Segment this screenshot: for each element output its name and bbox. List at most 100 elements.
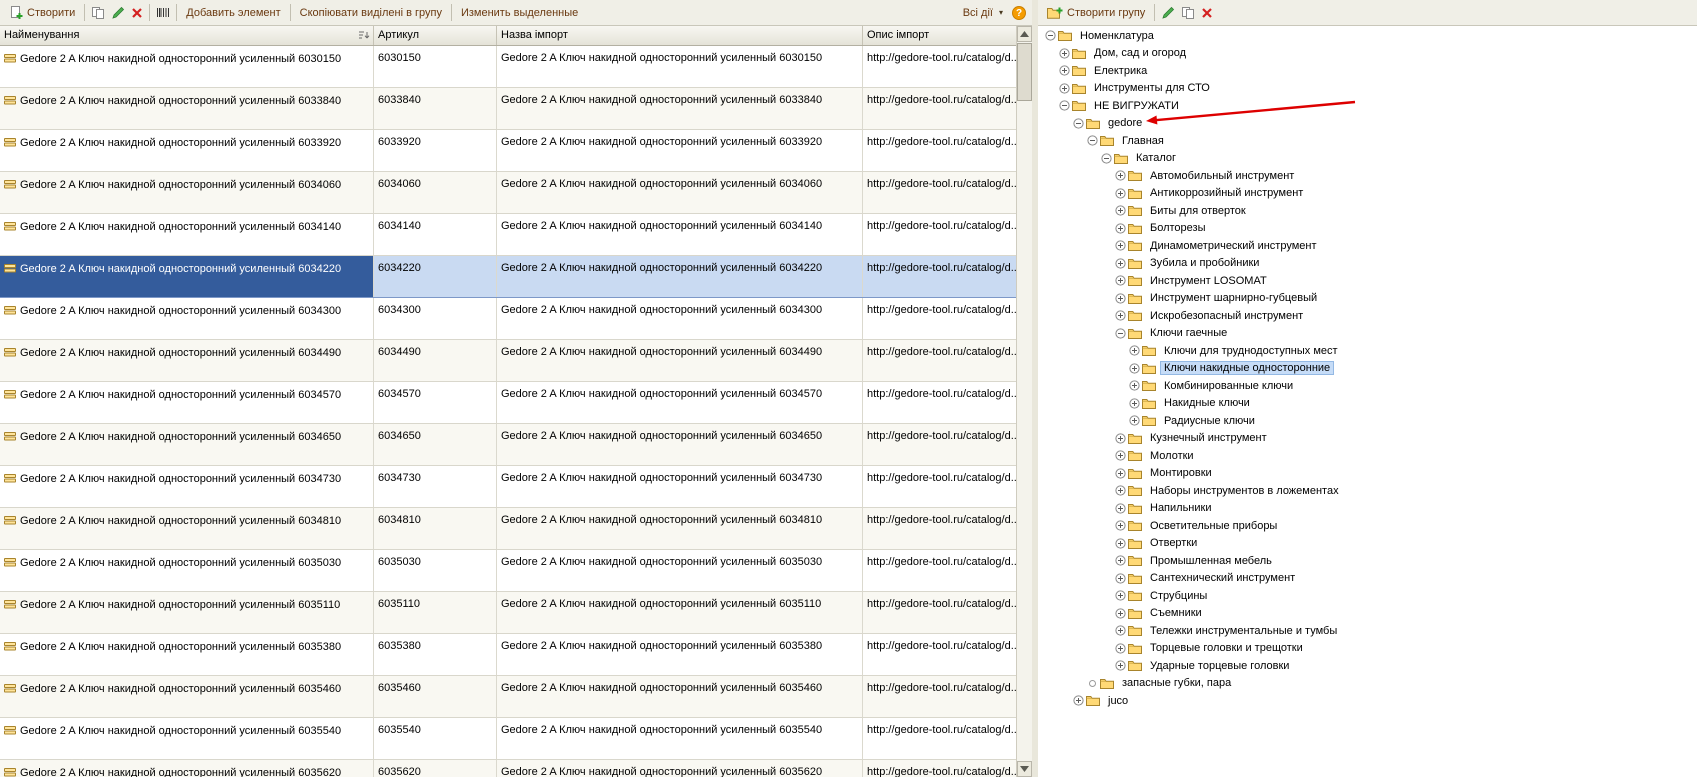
cell-sku[interactable]: 6034650	[374, 424, 497, 465]
cell-import-name[interactable]: Gedore 2 A Ключ накидной односторонний у…	[497, 256, 863, 297]
cell-import-desc[interactable]: http://gedore-tool.ru/catalog/d...	[863, 340, 1016, 381]
tree-item[interactable]: Динамометрический инструмент	[1038, 237, 1697, 255]
cell-import-desc[interactable]: http://gedore-tool.ru/catalog/d...	[863, 424, 1016, 465]
tree-delete-button[interactable]	[1198, 5, 1216, 21]
cell-import-desc[interactable]: http://gedore-tool.ru/catalog/d...	[863, 214, 1016, 255]
table-row[interactable]: Gedore 2 A Ключ накидной односторонний у…	[0, 46, 1016, 88]
expand-icon[interactable]	[1114, 275, 1126, 286]
expand-icon[interactable]	[1114, 520, 1126, 531]
delete-button[interactable]	[128, 5, 146, 21]
cell-name[interactable]: Gedore 2 A Ключ накидной односторонний у…	[0, 718, 374, 759]
expand-icon[interactable]	[1128, 398, 1140, 409]
table-row[interactable]: Gedore 2 A Ключ накидной односторонний у…	[0, 592, 1016, 634]
collapse-icon[interactable]	[1058, 100, 1070, 111]
cell-sku[interactable]: 6034220	[374, 256, 497, 297]
expand-icon[interactable]	[1114, 538, 1126, 549]
tree-item[interactable]: Осветительные приборы	[1038, 517, 1697, 535]
cell-name[interactable]: Gedore 2 A Ключ накидной односторонний у…	[0, 172, 374, 213]
scroll-down-button[interactable]	[1017, 761, 1032, 777]
tree-copy-button[interactable]	[1178, 4, 1198, 22]
expand-icon[interactable]	[1114, 258, 1126, 269]
tree-item[interactable]: НЕ ВИГРУЖАТИ	[1038, 97, 1697, 115]
cell-name[interactable]: Gedore 2 A Ключ накидной односторонний у…	[0, 256, 374, 297]
table-row[interactable]: Gedore 2 A Ключ накидной односторонний у…	[0, 88, 1016, 130]
expand-icon[interactable]	[1114, 660, 1126, 671]
cell-sku[interactable]: 6033840	[374, 88, 497, 129]
expand-icon[interactable]	[1058, 48, 1070, 59]
tree-item[interactable]: Каталог	[1038, 150, 1697, 168]
table-row[interactable]: Gedore 2 A Ключ накидной односторонний у…	[0, 424, 1016, 466]
add-element-button[interactable]: Добавить элемент	[180, 4, 286, 22]
scrollbar-thumb[interactable]	[1017, 43, 1032, 101]
expand-icon[interactable]	[1114, 625, 1126, 636]
barcode-button[interactable]	[153, 4, 173, 21]
table-row[interactable]: Gedore 2 A Ключ накидной односторонний у…	[0, 508, 1016, 550]
tree-item[interactable]: Болторезы	[1038, 220, 1697, 238]
cell-import-desc[interactable]: http://gedore-tool.ru/catalog/d...	[863, 298, 1016, 339]
tree-item[interactable]: Комбинированные ключи	[1038, 377, 1697, 395]
tree-item[interactable]: Съемники	[1038, 605, 1697, 623]
tree-item[interactable]: Тележки инструментальные и тумбы	[1038, 622, 1697, 640]
table-row[interactable]: Gedore 2 A Ключ накидной односторонний у…	[0, 214, 1016, 256]
tree-item[interactable]: Напильники	[1038, 500, 1697, 518]
cell-import-name[interactable]: Gedore 2 A Ключ накидной односторонний у…	[497, 214, 863, 255]
expand-icon[interactable]	[1128, 363, 1140, 374]
tree-item[interactable]: Монтировки	[1038, 465, 1697, 483]
create-button[interactable]: Створити	[3, 3, 81, 23]
cell-sku[interactable]: 6035110	[374, 592, 497, 633]
expand-icon[interactable]	[1114, 170, 1126, 181]
tree-item[interactable]: Кузнечный инструмент	[1038, 430, 1697, 448]
tree-item[interactable]: Антикоррозийный инструмент	[1038, 185, 1697, 203]
cell-sku[interactable]: 6034810	[374, 508, 497, 549]
cell-import-desc[interactable]: http://gedore-tool.ru/catalog/d...	[863, 508, 1016, 549]
column-header-import-desc[interactable]: Опис імпорт	[863, 26, 1016, 45]
expand-icon[interactable]	[1114, 468, 1126, 479]
collapse-icon[interactable]	[1086, 135, 1098, 146]
cell-import-desc[interactable]: http://gedore-tool.ru/catalog/d...	[863, 592, 1016, 633]
cell-sku[interactable]: 6035380	[374, 634, 497, 675]
cell-import-desc[interactable]: http://gedore-tool.ru/catalog/d...	[863, 382, 1016, 423]
table-row[interactable]: Gedore 2 A Ключ накидной односторонний у…	[0, 676, 1016, 718]
cell-import-name[interactable]: Gedore 2 A Ключ накидной односторонний у…	[497, 550, 863, 591]
create-copy-button[interactable]	[88, 4, 108, 22]
cell-import-name[interactable]: Gedore 2 A Ключ накидной односторонний у…	[497, 424, 863, 465]
table-row[interactable]: Gedore 2 A Ключ накидной односторонний у…	[0, 550, 1016, 592]
cell-import-desc[interactable]: http://gedore-tool.ru/catalog/d...	[863, 718, 1016, 759]
cell-sku[interactable]: 6034490	[374, 340, 497, 381]
table-row[interactable]: Gedore 2 A Ключ накидной односторонний у…	[0, 634, 1016, 676]
cell-sku[interactable]: 6033920	[374, 130, 497, 171]
expand-icon[interactable]	[1072, 695, 1084, 706]
tree-item[interactable]: Молотки	[1038, 447, 1697, 465]
tree-item[interactable]: Инструменты для СТО	[1038, 80, 1697, 98]
tree-item[interactable]: gedore	[1038, 115, 1697, 133]
expand-icon[interactable]	[1114, 573, 1126, 584]
cell-name[interactable]: Gedore 2 A Ключ накидной односторонний у…	[0, 424, 374, 465]
cell-import-name[interactable]: Gedore 2 A Ключ накидной односторонний у…	[497, 298, 863, 339]
cell-import-name[interactable]: Gedore 2 A Ключ накидной односторонний у…	[497, 340, 863, 381]
cell-name[interactable]: Gedore 2 A Ключ накидной односторонний у…	[0, 760, 374, 777]
cell-sku[interactable]: 6034140	[374, 214, 497, 255]
cell-import-desc[interactable]: http://gedore-tool.ru/catalog/d...	[863, 760, 1016, 777]
tree-item[interactable]: Инструмент LOSOMAT	[1038, 272, 1697, 290]
expand-icon[interactable]	[1114, 205, 1126, 216]
cell-name[interactable]: Gedore 2 A Ключ накидной односторонний у…	[0, 676, 374, 717]
tree-item[interactable]: Зубила и пробойники	[1038, 255, 1697, 273]
expand-icon[interactable]	[1128, 380, 1140, 391]
all-actions-button[interactable]: Всі дії ▾	[957, 4, 1009, 22]
expand-icon[interactable]	[1114, 223, 1126, 234]
tree-item[interactable]: Автомобильный инструмент	[1038, 167, 1697, 185]
expand-icon[interactable]	[1114, 310, 1126, 321]
tree-item[interactable]: Искробезопасный инструмент	[1038, 307, 1697, 325]
table-row[interactable]: Gedore 2 A Ключ накидной односторонний у…	[0, 130, 1016, 172]
tree-item[interactable]: Номенклатура	[1038, 27, 1697, 45]
tree-item[interactable]: Ключи гаечные	[1038, 325, 1697, 343]
cell-import-desc[interactable]: http://gedore-tool.ru/catalog/d...	[863, 256, 1016, 297]
create-group-button[interactable]: Створити групу	[1041, 3, 1151, 22]
cell-import-desc[interactable]: http://gedore-tool.ru/catalog/d...	[863, 676, 1016, 717]
cell-import-name[interactable]: Gedore 2 A Ключ накидной односторонний у…	[497, 172, 863, 213]
expand-icon[interactable]	[1114, 485, 1126, 496]
cell-import-desc[interactable]: http://gedore-tool.ru/catalog/d...	[863, 88, 1016, 129]
expand-icon[interactable]	[1114, 293, 1126, 304]
cell-sku[interactable]: 6034060	[374, 172, 497, 213]
cell-import-name[interactable]: Gedore 2 A Ключ накидной односторонний у…	[497, 466, 863, 507]
